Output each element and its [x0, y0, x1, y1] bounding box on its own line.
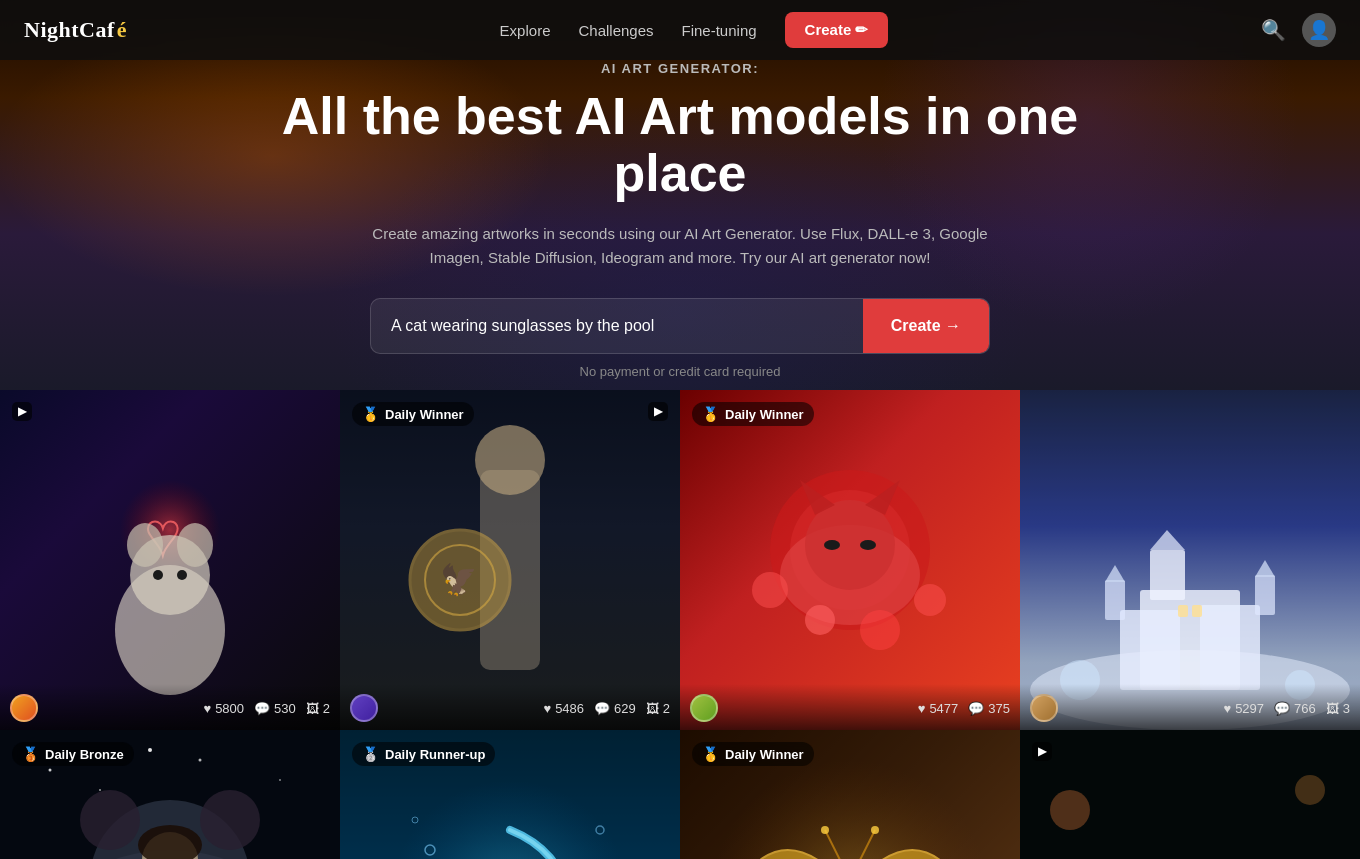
svg-point-4 [127, 523, 163, 567]
nav-fine-tuning[interactable]: Fine-tuning [682, 22, 757, 39]
svg-point-25 [914, 584, 946, 616]
hero-subtitle: AI ART GENERATOR: [601, 61, 759, 76]
item-stats-1: ♥ 5800 💬 530 🖼 2 [203, 701, 330, 716]
user-avatar-1 [10, 694, 38, 722]
svg-point-17 [805, 500, 895, 590]
svg-point-44 [199, 759, 202, 762]
user-avatar-4 [1030, 694, 1058, 722]
svg-point-10 [475, 425, 545, 495]
header: NightCafé Explore Challenges Fine-tuning… [0, 0, 1360, 60]
item-footer-4: ♥ 5297 💬 766 🖼 3 [1020, 684, 1360, 730]
nav-explore[interactable]: Explore [500, 22, 551, 39]
svg-point-66 [871, 826, 879, 834]
gallery-item-2[interactable]: 🦅 🥇 Daily Winner ▶ ♥ 5486 💬 629 🖼 2 [340, 390, 680, 730]
header-right: 🔍 👤 [1261, 13, 1336, 47]
hero-description: Create amazing artworks in seconds using… [360, 222, 1000, 270]
images-stat-1: 🖼 2 [306, 701, 330, 716]
svg-point-20 [824, 540, 840, 550]
item-stats-2: ♥ 5486 💬 629 🖼 2 [543, 701, 670, 716]
svg-point-45 [279, 779, 281, 781]
svg-point-49 [80, 790, 140, 850]
svg-rect-37 [1178, 605, 1188, 617]
nav-create-button[interactable]: Create ✏ [785, 12, 889, 48]
svg-point-46 [148, 748, 152, 752]
svg-point-21 [860, 540, 876, 550]
video-badge-8: ▶ [1032, 742, 1052, 761]
video-badge-2: ▶ [648, 402, 668, 421]
svg-point-7 [177, 570, 187, 580]
daily-winner-badge-2: 🥇 Daily Winner [352, 402, 474, 426]
svg-rect-29 [1120, 610, 1180, 690]
search-create-button[interactable]: Create → [863, 299, 989, 353]
svg-point-43 [99, 789, 101, 791]
search-icon-button[interactable]: 🔍 [1261, 18, 1286, 42]
gallery-item-3[interactable]: 🥇 Daily Winner ♥ 5477 💬 375 [680, 390, 1020, 730]
daily-bronze-badge: 🥉 Daily Bronze [12, 742, 134, 766]
search-input[interactable] [371, 299, 863, 353]
gallery-item-8[interactable]: ▶ [1020, 730, 1360, 859]
likes-stat-1: ♥ 5800 [203, 701, 244, 716]
item-stats-4: ♥ 5297 💬 766 🖼 3 [1223, 701, 1350, 716]
no-payment-text: No payment or credit card required [580, 364, 781, 379]
comments-stat-1: 💬 530 [254, 701, 296, 716]
svg-point-22 [805, 605, 835, 635]
gallery-item-1[interactable]: ♥ ▶ ♥ 5800 💬 530 🖼 2 [0, 390, 340, 730]
daily-winner-badge-3: 🥇 Daily Winner [692, 402, 814, 426]
svg-rect-38 [1192, 605, 1202, 617]
svg-rect-30 [1200, 605, 1260, 690]
gallery-item-5[interactable]: 🥉 Daily Bronze [0, 730, 340, 859]
gallery: ♥ ▶ ♥ 5800 💬 530 🖼 2 [0, 390, 1360, 859]
svg-point-6 [153, 570, 163, 580]
svg-rect-31 [1150, 550, 1185, 600]
svg-point-42 [49, 769, 52, 772]
svg-rect-33 [1105, 580, 1125, 620]
item-footer-1: ♥ 5800 💬 530 🖼 2 [0, 684, 340, 730]
hero-title: All the best AI Art models in one place [280, 88, 1080, 202]
nav-challenges[interactable]: Challenges [578, 22, 653, 39]
gallery-item-7[interactable]: 🥇 Daily Winner [680, 730, 1020, 859]
svg-rect-35 [1255, 575, 1275, 615]
daily-winner-badge-7: 🥇 Daily Winner [692, 742, 814, 766]
svg-point-5 [177, 523, 213, 567]
svg-point-65 [821, 826, 829, 834]
item-footer-2: ♥ 5486 💬 629 🖼 2 [340, 684, 680, 730]
gallery-item-4[interactable]: ♥ 5297 💬 766 🖼 3 [1020, 390, 1360, 730]
item-stats-3: ♥ 5477 💬 375 [918, 701, 1010, 716]
item-footer-3: ♥ 5477 💬 375 [680, 684, 1020, 730]
svg-point-24 [752, 572, 788, 608]
search-bar: Create → [370, 298, 990, 354]
main-nav: Explore Challenges Fine-tuning Create ✏ [500, 12, 889, 48]
user-avatar-2 [350, 694, 378, 722]
user-avatar[interactable]: 👤 [1302, 13, 1336, 47]
user-avatar-3 [690, 694, 718, 722]
svg-text:🦅: 🦅 [440, 562, 478, 598]
logo[interactable]: NightCafé [24, 17, 127, 43]
svg-point-50 [200, 790, 260, 850]
svg-point-70 [1050, 790, 1090, 830]
video-badge-1: ▶ [12, 402, 32, 421]
svg-point-71 [1295, 775, 1325, 805]
daily-runner-up-badge: 🥈 Daily Runner-up [352, 742, 495, 766]
svg-point-23 [860, 610, 900, 650]
gallery-item-6[interactable]: 🥈 Daily Runner-up [340, 730, 680, 859]
